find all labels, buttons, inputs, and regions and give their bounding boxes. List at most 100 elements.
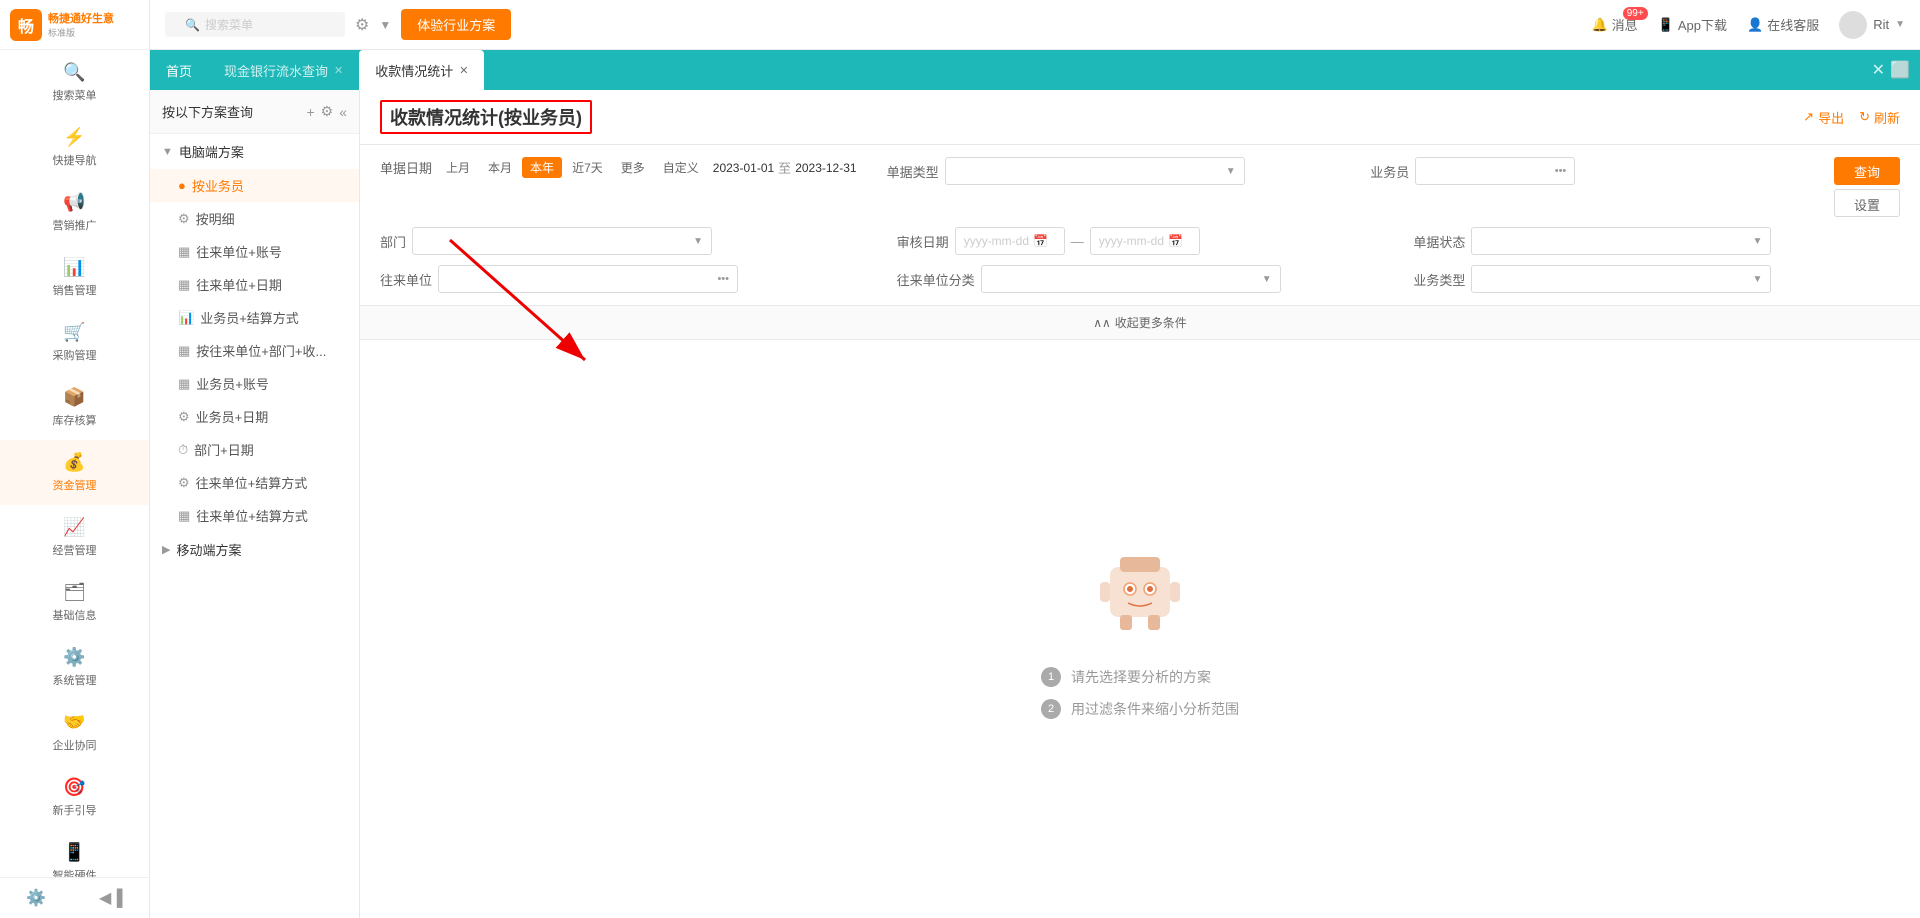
- sidebar-item-guide[interactable]: 🎯 新手引导: [0, 765, 149, 830]
- settings-scheme-btn[interactable]: ⚙: [321, 103, 334, 120]
- dept-select[interactable]: ▼: [412, 227, 712, 255]
- partner-category-arrow: ▼: [1262, 274, 1272, 285]
- scheme-item-partner-account[interactable]: ▦ 往来单位+账号: [150, 235, 359, 268]
- sidebar-item-inventory[interactable]: 📦 库存核算: [0, 375, 149, 440]
- scheme-group-desktop-header[interactable]: ▼ 电脑端方案: [150, 134, 359, 169]
- partner-select[interactable]: •••: [438, 265, 738, 293]
- bill-type-arrow: ▼: [1226, 166, 1236, 177]
- scheme-group-arrow-down: ▼: [162, 146, 173, 158]
- refresh-btn[interactable]: ↻ 刷新: [1859, 108, 1900, 127]
- salesperson-more-icon: •••: [1555, 165, 1567, 177]
- refresh-icon: ↻: [1859, 109, 1870, 125]
- sidebar-item-sales[interactable]: 📊 销售管理: [0, 245, 149, 310]
- export-icon: ↗: [1803, 109, 1814, 125]
- tabs-bar: 首页 现金银行流水查询 ✕ 收款情况统计 ✕ ✕ ⬜: [150, 50, 1920, 90]
- scheme-item-salesperson[interactable]: ● 按业务员: [150, 169, 359, 202]
- scheme-item-icon-pa: ▦: [178, 244, 190, 260]
- tab-close-all-icon[interactable]: ✕: [1872, 60, 1885, 80]
- scheme-section: ▼ 电脑端方案 ● 按业务员 ⚙ 按明细 ▦ 往: [150, 134, 359, 567]
- online-service-btn[interactable]: 👤 在线客服: [1747, 15, 1819, 34]
- filter-section: 单据日期 上月 本月 本年 近7天 更多 自定义 2023-01-01: [360, 145, 1920, 340]
- hardware-icon: 📱: [63, 842, 85, 863]
- scheme-item-dept-date[interactable]: ⏱ 部门+日期: [150, 433, 359, 466]
- partner-more-icon: •••: [717, 273, 729, 285]
- scheme-item-icon-dd: ⏱: [178, 442, 188, 458]
- scheme-item-salesperson-settlement[interactable]: 📊 业务员+结算方式: [150, 301, 359, 334]
- sidebar-item-search[interactable]: 🔍 搜索菜单: [0, 50, 149, 115]
- salesperson-select[interactable]: •••: [1415, 157, 1575, 185]
- scheme-item-partner-settlement1[interactable]: ⚙ 往来单位+结算方式: [150, 466, 359, 499]
- filter-row-1: 单据日期 上月 本月 本年 近7天 更多 自定义 2023-01-01: [360, 145, 1920, 217]
- scheme-item-salesperson-account[interactable]: ▦ 业务员+账号: [150, 367, 359, 400]
- tabs-actions: ✕ ⬜: [1872, 60, 1920, 80]
- scheme-item-icon-salesperson: ●: [178, 178, 186, 193]
- left-panel-actions: + ⚙ «: [306, 103, 347, 120]
- sidebar-item-finance[interactable]: 💰 资金管理: [0, 440, 149, 505]
- collapse-bar[interactable]: ∧∧ 收起更多条件: [360, 305, 1920, 339]
- sidebar-item-purchase[interactable]: 🛒 采购管理: [0, 310, 149, 375]
- sidebar-item-hardware[interactable]: 📱 智能硬件: [0, 830, 149, 877]
- search-icon: 🔍: [185, 18, 200, 32]
- logo-icon: 畅: [10, 9, 42, 41]
- message-btn[interactable]: 🔔 消息 99+: [1591, 15, 1637, 34]
- collapse-icon: ∧∧: [1093, 316, 1111, 330]
- scheme-item-detail[interactable]: ⚙ 按明细: [150, 202, 359, 235]
- bill-status-select[interactable]: ▼: [1471, 227, 1771, 255]
- bill-date-label: 单据日期: [380, 158, 432, 177]
- tab-maximize-icon[interactable]: ⬜: [1890, 60, 1910, 80]
- scheme-group-mobile: ▶ 移动端方案: [150, 532, 359, 567]
- user-area[interactable]: Rit ▼: [1839, 11, 1905, 39]
- topbar-gear-icon[interactable]: ⚙: [355, 15, 369, 35]
- date-this-year[interactable]: 本年: [522, 157, 562, 178]
- sidebar-item-marketing[interactable]: 📢 营销推广: [0, 180, 149, 245]
- scheme-item-partner-dept[interactable]: ▦ 按往来单位+部门+收...: [150, 334, 359, 367]
- calendar-icon-1: 📅: [1033, 234, 1048, 248]
- dept-label: 部门: [380, 232, 406, 251]
- date-this-month[interactable]: 本月: [480, 157, 520, 178]
- tab-home[interactable]: 首页: [150, 50, 208, 90]
- scheme-item-partner-date[interactable]: ▦ 往来单位+日期: [150, 268, 359, 301]
- scheme-item-partner-settlement2[interactable]: ▦ 往来单位+结算方式: [150, 499, 359, 532]
- sidebar-item-system[interactable]: ⚙️ 系统管理: [0, 635, 149, 700]
- sidebar-item-operations[interactable]: 📈 经营管理: [0, 505, 149, 570]
- settings-bottom-icon[interactable]: ⚙️: [26, 888, 46, 908]
- query-btn[interactable]: 查询: [1834, 157, 1900, 185]
- date-7days[interactable]: 近7天: [564, 157, 611, 178]
- page-title: 收款情况统计(按业务员): [380, 100, 592, 134]
- bill-type-group: 单据类型 ▼: [887, 157, 1351, 185]
- app-download-btn[interactable]: 📱 App下载: [1658, 15, 1727, 34]
- business-type-select[interactable]: ▼: [1471, 265, 1771, 293]
- add-scheme-btn[interactable]: +: [306, 104, 314, 120]
- date-more[interactable]: 更多: [613, 157, 653, 178]
- review-date-start[interactable]: yyyy-mm-dd 📅: [955, 227, 1065, 255]
- review-date-end[interactable]: yyyy-mm-dd 📅: [1090, 227, 1200, 255]
- export-btn[interactable]: ↗ 导出: [1803, 108, 1844, 127]
- logo: 畅 畅捷通好生意 标准版: [0, 0, 149, 50]
- partner-category-select[interactable]: ▼: [981, 265, 1281, 293]
- trial-btn[interactable]: 体验行业方案: [401, 9, 511, 40]
- scheme-item-salesperson-date[interactable]: ⚙ 业务员+日期: [150, 400, 359, 433]
- sidebar-item-enterprise[interactable]: 🤝 企业协同: [0, 700, 149, 765]
- settings-btn[interactable]: 设置: [1834, 189, 1900, 217]
- date-range-display: 2023-01-01 至 2023-12-31: [713, 158, 857, 177]
- filter-row-3: 往来单位 ••• 往来单位分类 ▼: [360, 255, 1920, 305]
- search-box[interactable]: 🔍 搜索菜单: [165, 12, 345, 37]
- tab-collection-stat-close[interactable]: ✕: [459, 64, 468, 77]
- date-custom[interactable]: 自定义: [655, 157, 707, 178]
- scheme-group-mobile-header[interactable]: ▶ 移动端方案: [150, 532, 359, 567]
- sidebar-item-basicinfo[interactable]: 🗂 基础信息: [0, 570, 149, 635]
- collapse-sidebar-icon[interactable]: ◀▐: [99, 888, 123, 908]
- collapse-panel-btn[interactable]: «: [339, 104, 347, 120]
- date-last-month[interactable]: 上月: [438, 157, 478, 178]
- page-header: 收款情况统计(按业务员) ↗ 导出 ↻ 刷新: [360, 90, 1920, 145]
- tab-bank-flow-close[interactable]: ✕: [334, 64, 343, 77]
- date-start: 2023-01-01: [713, 161, 774, 175]
- tab-collection-stat[interactable]: 收款情况统计 ✕: [359, 50, 484, 90]
- sidebar: 畅 畅捷通好生意 标准版 🔍 搜索菜单 ⚡ 快捷导航 📢 营销推广 📊 销售管理: [0, 0, 150, 918]
- sidebar-item-quicknav[interactable]: ⚡ 快捷导航: [0, 115, 149, 180]
- bill-type-select[interactable]: ▼: [945, 157, 1245, 185]
- tab-bank-flow[interactable]: 现金银行流水查询 ✕: [208, 50, 359, 90]
- review-date-group: 审核日期 yyyy-mm-dd 📅 — yyyy-mm-dd 📅: [897, 227, 1384, 255]
- dept-group: 部门 ▼: [380, 227, 867, 255]
- partner-group: 往来单位 •••: [380, 265, 867, 293]
